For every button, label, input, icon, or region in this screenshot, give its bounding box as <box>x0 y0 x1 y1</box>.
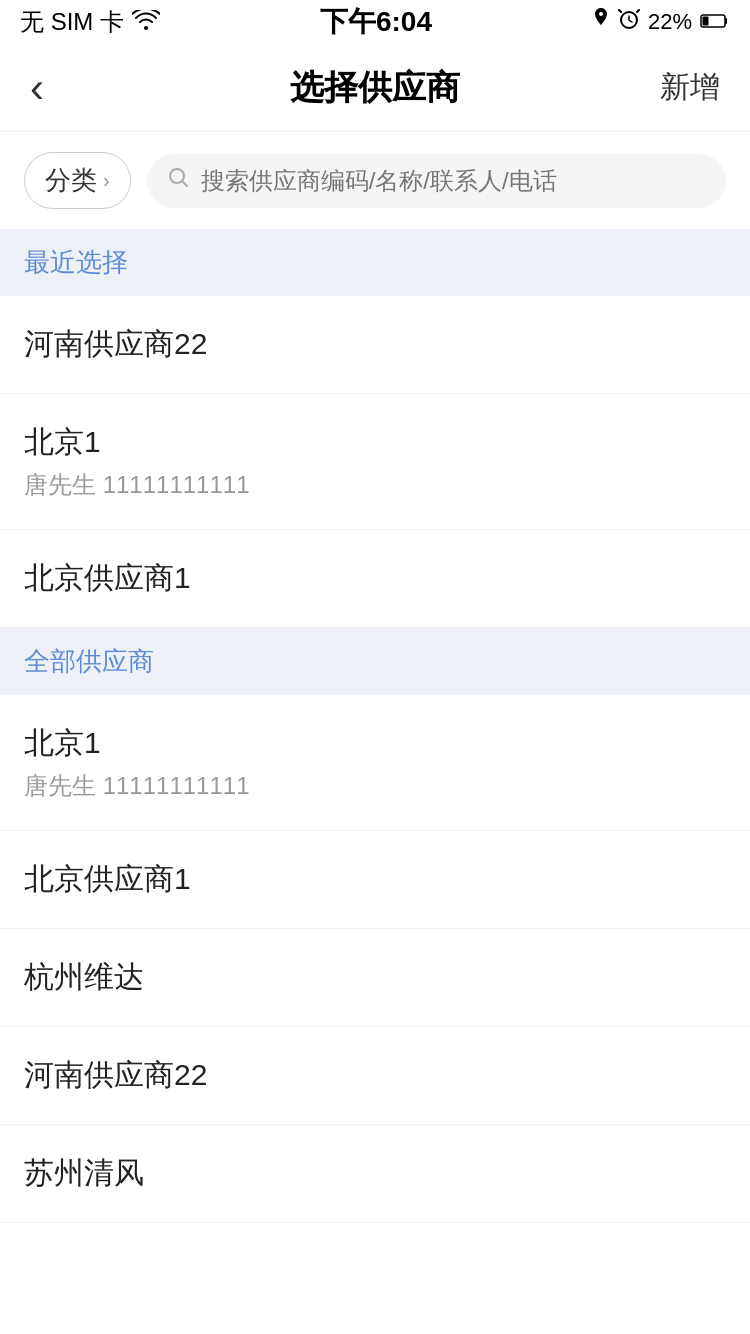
all-list-item[interactable]: 河南供应商22 <box>0 1027 750 1125</box>
status-left: 无 SIM 卡 <box>20 6 160 38</box>
alarm-icon <box>618 8 640 36</box>
location-icon <box>592 8 610 36</box>
recent-list-item[interactable]: 北京供应商1 <box>0 530 750 628</box>
all-list-item[interactable]: 苏州清风 <box>0 1125 750 1223</box>
item-name: 苏州清风 <box>24 1153 726 1194</box>
category-label: 分类 <box>45 163 97 198</box>
wifi-icon <box>132 8 160 36</box>
status-bar: 无 SIM 卡 下午6:04 22% <box>0 0 750 44</box>
no-sim-text: 无 SIM 卡 <box>20 6 124 38</box>
all-list-item[interactable]: 北京供应商1 <box>0 831 750 929</box>
item-name: 北京1 <box>24 422 726 463</box>
item-name: 北京供应商1 <box>24 859 726 900</box>
all-section-header: 全部供应商 <box>0 628 750 695</box>
all-list-item[interactable]: 北京1 唐先生 11111111111 <box>0 695 750 831</box>
all-list-item[interactable]: 杭州维达 <box>0 929 750 1027</box>
search-input[interactable] <box>201 167 706 195</box>
battery-icon <box>700 9 730 35</box>
item-name: 河南供应商22 <box>24 324 726 365</box>
back-button[interactable]: ‹ <box>30 67 90 109</box>
status-time: 下午6:04 <box>320 3 432 41</box>
svg-rect-2 <box>702 17 708 26</box>
all-list: 北京1 唐先生 11111111111 北京供应商1 杭州维达河南供应商22 苏州清… <box>0 695 750 1223</box>
new-button[interactable]: 新增 <box>660 67 720 108</box>
filter-bar: 分类 › <box>0 132 750 229</box>
category-button[interactable]: 分类 › <box>24 152 131 209</box>
battery-text: 22% <box>648 9 692 35</box>
nav-bar: ‹ 选择供应商 新增 <box>0 44 750 132</box>
page-title: 选择供应商 <box>290 65 460 111</box>
back-icon: ‹ <box>30 67 44 109</box>
search-box <box>147 154 726 208</box>
search-icon <box>167 166 191 196</box>
item-sub: 唐先生 11111111111 <box>24 469 726 501</box>
recent-list: 河南供应商22 北京1 唐先生 11111111111 北京供应商1 <box>0 296 750 628</box>
status-right: 22% <box>592 8 730 36</box>
item-sub: 唐先生 11111111111 <box>24 770 726 802</box>
item-name: 河南供应商22 <box>24 1055 726 1096</box>
recent-list-item[interactable]: 河南供应商22 <box>0 296 750 394</box>
recent-section-header: 最近选择 <box>0 229 750 296</box>
item-name: 杭州维达 <box>24 957 726 998</box>
recent-list-item[interactable]: 北京1 唐先生 11111111111 <box>0 394 750 530</box>
item-name: 北京1 <box>24 723 726 764</box>
chevron-right-icon: › <box>103 169 110 192</box>
item-name: 北京供应商1 <box>24 558 726 599</box>
